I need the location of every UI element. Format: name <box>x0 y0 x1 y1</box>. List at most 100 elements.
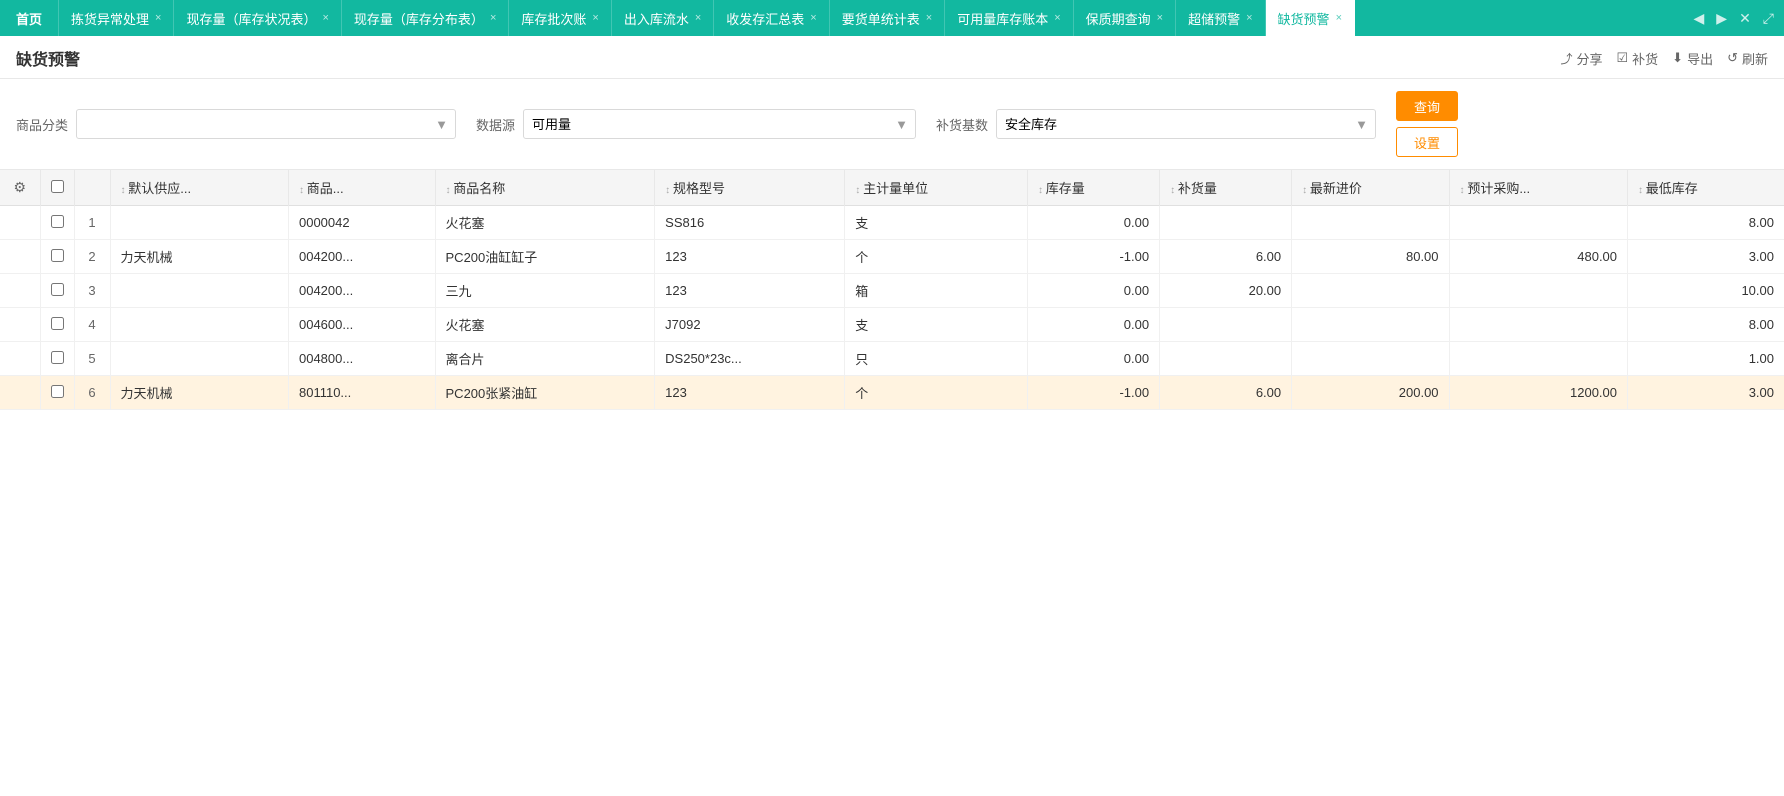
tab-inventory-status[interactable]: 现存量（库存状况表）× <box>174 0 341 36</box>
tab-expand-btn[interactable]: ⤢ <box>1757 6 1780 31</box>
export-btn[interactable]: ⬇ 导出 <box>1672 49 1713 68</box>
td-supplier-5: 力天机械 <box>110 376 288 410</box>
th-product-code[interactable]: 商品... <box>288 170 435 206</box>
th-est-purchase[interactable]: 预计采购... <box>1449 170 1627 206</box>
th-spec[interactable]: 规格型号 <box>655 170 845 206</box>
export-icon: ⬇ <box>1672 50 1683 66</box>
td-checkbox-4 <box>40 342 74 376</box>
tab-next-btn[interactable]: ▶ <box>1710 6 1733 31</box>
row-checkbox-0[interactable] <box>51 215 64 228</box>
td-spec-4: DS250*23c... <box>655 342 845 376</box>
row-checkbox-2[interactable] <box>51 283 64 296</box>
td-rownum-5: 6 <box>74 376 110 410</box>
td-est-purchase-5: 1200.00 <box>1449 376 1627 410</box>
tab-label-available-ledger: 可用量库存账本 <box>957 9 1048 28</box>
tab-expiry-query[interactable]: 保质期查询× <box>1074 0 1176 36</box>
th-replenish[interactable]: 补货量 <box>1160 170 1292 206</box>
tab-shortage[interactable]: 缺货预警 × <box>1266 0 1355 36</box>
tab-close-recv-summary[interactable]: × <box>810 12 816 24</box>
td-replenish-4 <box>1160 342 1292 376</box>
datasource-select[interactable]: 可用量 <box>523 109 916 139</box>
tab-close-batch-account[interactable]: × <box>592 12 598 24</box>
td-settings-0 <box>0 206 40 240</box>
category-filter-group: 商品分类 ▼ <box>16 109 456 139</box>
td-min-stock-5: 3.00 <box>1628 376 1784 410</box>
row-checkbox-5[interactable] <box>51 385 64 398</box>
replenish-btn[interactable]: ☑ 补货 <box>1616 49 1658 68</box>
tab-close-inout-flow[interactable]: × <box>695 12 701 24</box>
tab-available-ledger[interactable]: 可用量库存账本 × <box>945 0 1073 36</box>
tab-close-all-btn[interactable]: ✕ <box>1733 6 1757 31</box>
tab-label-batch-account: 库存批次账 <box>521 9 586 28</box>
td-stock-1: -1.00 <box>1028 240 1160 274</box>
th-product-name[interactable]: 商品名称 <box>435 170 655 206</box>
tab-close-overstock[interactable]: × <box>1246 12 1252 24</box>
th-default-supplier[interactable]: 默认供应... <box>110 170 288 206</box>
tab-close-inventory-dist[interactable]: × <box>490 12 496 24</box>
td-settings-2 <box>0 274 40 308</box>
td-name-2: 三九 <box>435 274 655 308</box>
row-checkbox-1[interactable] <box>51 249 64 262</box>
td-unit-5: 个 <box>845 376 1028 410</box>
category-select[interactable] <box>76 109 456 139</box>
tab-exception[interactable]: 拣货异常处理 × <box>59 0 174 36</box>
td-est-purchase-2 <box>1449 274 1627 308</box>
td-unit-0: 支 <box>845 206 1028 240</box>
filter-actions: 查询 设置 <box>1396 91 1458 157</box>
tab-batch-account[interactable]: 库存批次账 × <box>509 0 611 36</box>
tab-close-shortage[interactable]: × <box>1336 12 1342 24</box>
td-settings-4 <box>0 342 40 376</box>
tab-close-available-ledger[interactable]: × <box>1054 12 1060 24</box>
settings-button[interactable]: 设置 <box>1396 127 1458 157</box>
query-button[interactable]: 查询 <box>1396 91 1458 121</box>
th-unit[interactable]: 主计量单位 <box>845 170 1028 206</box>
td-checkbox-2 <box>40 274 74 308</box>
replenish-base-select[interactable]: 安全库存 <box>996 109 1376 139</box>
tab-overstock[interactable]: 超储预警 × <box>1176 0 1265 36</box>
td-spec-3: J7092 <box>655 308 845 342</box>
tab-close-exception[interactable]: × <box>155 12 161 24</box>
tab-close-demand-stat[interactable]: × <box>926 12 932 24</box>
th-rownum <box>74 170 110 206</box>
tab-label-exception: 拣货异常处理 <box>71 9 149 28</box>
th-min-stock[interactable]: 最低库存 <box>1628 170 1784 206</box>
share-icon: ⤴ <box>1560 50 1572 67</box>
tab-label-shortage: 缺货预警 <box>1278 9 1330 28</box>
td-name-5: PC200张紧油缸 <box>435 376 655 410</box>
tab-inout-flow[interactable]: 出入库流水× <box>612 0 714 36</box>
tab-prev-btn[interactable]: ◀ <box>1688 6 1711 31</box>
share-btn[interactable]: ⤴ 分享 <box>1560 49 1602 68</box>
td-code-0: 0000042 <box>288 206 435 240</box>
td-code-4: 004800... <box>288 342 435 376</box>
td-replenish-1: 6.00 <box>1160 240 1292 274</box>
td-spec-2: 123 <box>655 274 845 308</box>
table-row: 2 力天机械 004200... PC200油缸缸子 123 个 -1.00 6… <box>0 240 1784 274</box>
table-settings-icon[interactable]: ⚙ <box>13 179 26 196</box>
td-unit-1: 个 <box>845 240 1028 274</box>
td-min-stock-3: 8.00 <box>1628 308 1784 342</box>
tab-inventory-dist[interactable]: 现存量（库存分布表） × <box>342 0 509 36</box>
td-latest-price-2 <box>1292 274 1449 308</box>
tab-home[interactable]: 首页 <box>0 0 59 36</box>
td-rownum-2: 3 <box>74 274 110 308</box>
tab-label-inventory-dist: 现存量（库存分布表） <box>354 9 484 28</box>
table-body: 1 0000042 火花塞 SS816 支 0.00 8.00 2 力天机械 0… <box>0 206 1784 410</box>
table-header: ⚙ 默认供应... 商品... 商品名称 规格型号 主计量单位 库存量 补货量 … <box>0 170 1784 206</box>
th-stock[interactable]: 库存量 <box>1028 170 1160 206</box>
tab-recv-summary[interactable]: 收发存汇总表× <box>714 0 829 36</box>
tab-close-inventory-status[interactable]: × <box>322 12 328 24</box>
td-name-3: 火花塞 <box>435 308 655 342</box>
refresh-btn[interactable]: ↺ 刷新 <box>1727 49 1768 68</box>
th-latest-price[interactable]: 最新进价 <box>1292 170 1449 206</box>
replenish-icon: ☑ <box>1616 50 1628 66</box>
tab-label-overstock: 超储预警 <box>1188 9 1240 28</box>
row-checkbox-3[interactable] <box>51 317 64 330</box>
td-stock-2: 0.00 <box>1028 274 1160 308</box>
select-all-checkbox[interactable] <box>51 180 64 193</box>
td-checkbox-1 <box>40 240 74 274</box>
category-select-wrapper: ▼ <box>76 109 456 139</box>
tab-demand-stat[interactable]: 要货单统计表× <box>830 0 945 36</box>
tab-close-expiry-query[interactable]: × <box>1157 12 1163 24</box>
td-min-stock-4: 1.00 <box>1628 342 1784 376</box>
row-checkbox-4[interactable] <box>51 351 64 364</box>
